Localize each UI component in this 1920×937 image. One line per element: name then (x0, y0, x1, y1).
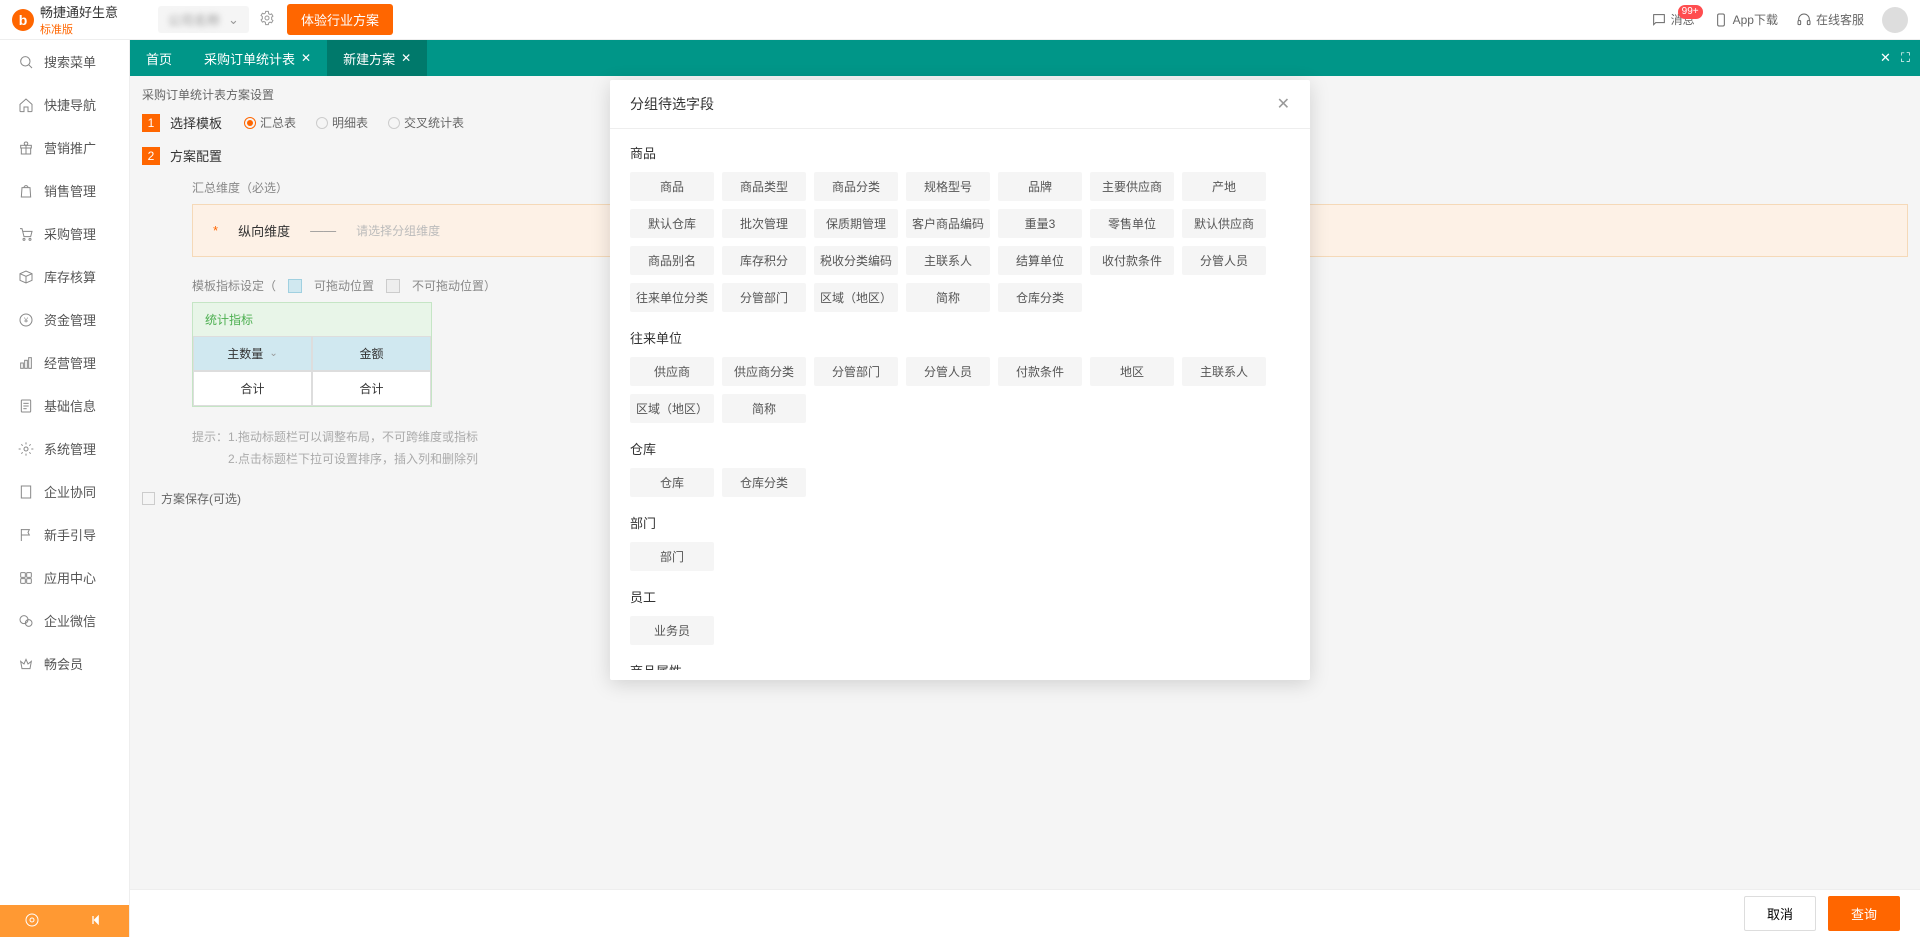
modal-overlay: 分组待选字段 ✕ 商品商品商品类型商品分类规格型号品牌主要供应商产地默认仓库批次… (0, 0, 1920, 937)
field-chip[interactable]: 地区 (1090, 357, 1174, 386)
field-group-5: 商品属性属性颜色多规格尺码鞋码1 (630, 661, 1290, 670)
field-chip[interactable]: 商品别名 (630, 246, 714, 275)
modal-hscroll[interactable] (610, 670, 1310, 680)
field-chip[interactable]: 默认供应商 (1182, 209, 1266, 238)
field-chip[interactable]: 商品分类 (814, 172, 898, 201)
field-chip[interactable]: 主联系人 (906, 246, 990, 275)
field-chip[interactable]: 主联系人 (1182, 357, 1266, 386)
field-group-0: 商品商品商品类型商品分类规格型号品牌主要供应商产地默认仓库批次管理保质期管理客户… (630, 143, 1290, 312)
field-selector-modal: 分组待选字段 ✕ 商品商品商品类型商品分类规格型号品牌主要供应商产地默认仓库批次… (610, 80, 1310, 680)
modal-close-icon[interactable]: ✕ (1277, 94, 1290, 114)
field-chip[interactable]: 部门 (630, 542, 714, 571)
field-chip[interactable]: 仓库 (630, 468, 714, 497)
field-chip[interactable]: 重量3 (998, 209, 1082, 238)
field-chip[interactable]: 客户商品编码 (906, 209, 990, 238)
field-chip[interactable]: 库存积分 (722, 246, 806, 275)
field-chip[interactable]: 税收分类编码 (814, 246, 898, 275)
field-chip[interactable]: 仓库分类 (998, 283, 1082, 312)
field-chip[interactable]: 商品 (630, 172, 714, 201)
field-chip[interactable]: 区域（地区） (630, 394, 714, 423)
group-title: 商品 (630, 143, 1290, 162)
group-title: 部门 (630, 513, 1290, 532)
field-chip[interactable]: 规格型号 (906, 172, 990, 201)
field-group-2: 仓库仓库仓库分类 (630, 439, 1290, 497)
field-group-3: 部门部门 (630, 513, 1290, 571)
chips-container: 供应商供应商分类分管部门分管人员付款条件地区主联系人区域（地区） 简称 (630, 357, 1290, 423)
modal-body[interactable]: 商品商品商品类型商品分类规格型号品牌主要供应商产地默认仓库批次管理保质期管理客户… (610, 129, 1310, 670)
field-chip[interactable]: 结算单位 (998, 246, 1082, 275)
field-chip[interactable]: 分管人员 (906, 357, 990, 386)
field-chip[interactable]: 收付款条件 (1090, 246, 1174, 275)
field-chip[interactable]: 默认仓库 (630, 209, 714, 238)
field-chip[interactable]: 主要供应商 (1090, 172, 1174, 201)
field-chip[interactable]: 仓库分类 (722, 468, 806, 497)
field-chip[interactable]: 保质期管理 (814, 209, 898, 238)
field-chip[interactable]: 分管人员 (1182, 246, 1266, 275)
field-chip[interactable]: 批次管理 (722, 209, 806, 238)
group-title: 往来单位 (630, 328, 1290, 347)
field-chip[interactable]: 供应商 (630, 357, 714, 386)
field-chip[interactable]: 产地 (1182, 172, 1266, 201)
field-chip[interactable]: 商品类型 (722, 172, 806, 201)
field-chip[interactable]: 分管部门 (814, 357, 898, 386)
field-chip[interactable]: 业务员 (630, 616, 714, 645)
group-title: 商品属性 (630, 661, 1290, 670)
field-group-1: 往来单位供应商供应商分类分管部门分管人员付款条件地区主联系人区域（地区） 简称 (630, 328, 1290, 423)
chips-container: 商品商品类型商品分类规格型号品牌主要供应商产地默认仓库批次管理保质期管理客户商品… (630, 172, 1290, 312)
field-chip[interactable]: 简称 (906, 283, 990, 312)
modal-title: 分组待选字段 (630, 94, 714, 114)
group-title: 员工 (630, 587, 1290, 606)
chips-container: 部门 (630, 542, 1290, 571)
modal-header: 分组待选字段 ✕ (610, 80, 1310, 129)
field-chip[interactable]: 往来单位分类 (630, 283, 714, 312)
field-chip[interactable]: 区域（地区） (814, 283, 898, 312)
field-chip[interactable]: 分管部门 (722, 283, 806, 312)
field-chip[interactable]: 简称 (722, 394, 806, 423)
field-chip[interactable]: 品牌 (998, 172, 1082, 201)
chips-container: 仓库仓库分类 (630, 468, 1290, 497)
group-title: 仓库 (630, 439, 1290, 458)
field-chip[interactable]: 零售单位 (1090, 209, 1174, 238)
field-chip[interactable]: 供应商分类 (722, 357, 806, 386)
chips-container: 业务员 (630, 616, 1290, 645)
field-group-4: 员工业务员 (630, 587, 1290, 645)
field-chip[interactable]: 付款条件 (998, 357, 1082, 386)
